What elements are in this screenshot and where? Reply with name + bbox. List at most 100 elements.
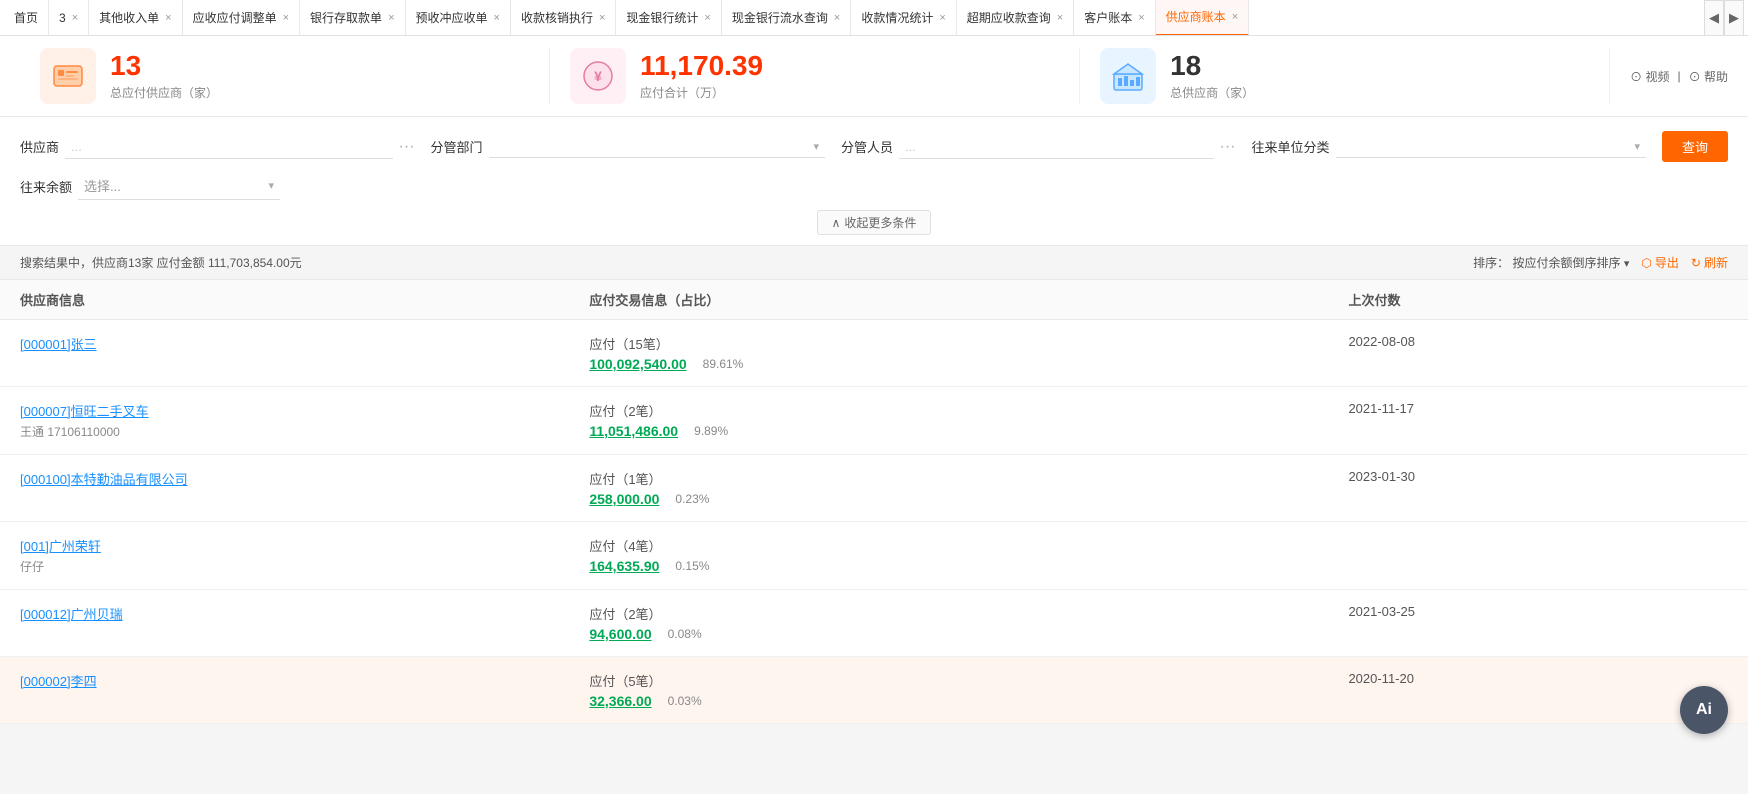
supplier-info-0: [000001]张三 — [20, 334, 589, 353]
trans-percent-4: 0.08% — [668, 627, 702, 641]
query-button[interactable]: 查询 — [1662, 131, 1728, 162]
trans-amount-0[interactable]: 100,092,540.00 — [589, 356, 686, 372]
nav-tab-cash-bank-stats-label: 现金银行统计 — [626, 9, 698, 26]
close-icon[interactable]: × — [704, 12, 710, 24]
balance-select[interactable]: 选择... ▾ — [78, 172, 280, 200]
payable-total-icon: ¥ — [570, 48, 626, 104]
export-button[interactable]: ⬡ 导出 — [1641, 254, 1679, 271]
trans-type-5: 应付（5笔） — [589, 671, 1348, 690]
supplier-link-3[interactable]: [001]广州荣轩 — [20, 536, 589, 555]
close-icon[interactable]: × — [1138, 12, 1144, 24]
person-dots-icon[interactable]: ··· — [1220, 138, 1236, 156]
nav-tab-bank-deposit[interactable]: 银行存取款单 × — [300, 0, 405, 36]
supplier-dots-icon[interactable]: ··· — [399, 138, 415, 156]
trans-row-5: 32,366.00 0.03% — [589, 693, 1348, 709]
supplier-link-0[interactable]: [000001]张三 — [20, 334, 589, 353]
last-pay-2: 2023-01-30 — [1348, 469, 1728, 484]
close-icon[interactable]: × — [599, 12, 605, 24]
trans-row-2: 258,000.00 0.23% — [589, 491, 1348, 507]
close-icon[interactable]: × — [165, 12, 171, 24]
supplier-link-4[interactable]: [000012]广州贝瑞 — [20, 604, 589, 623]
nav-tab-customer-ledger[interactable]: 客户账本 × — [1074, 0, 1155, 36]
trans-row-0: 100,092,540.00 89.61% — [589, 356, 1348, 372]
export-icon: ⬡ — [1641, 256, 1651, 270]
payable-suppliers-icon — [40, 48, 96, 104]
nav-arrows: ◀ ▶ — [1704, 0, 1744, 36]
close-icon[interactable]: × — [283, 12, 289, 24]
supplier-link-5[interactable]: [000002]李四 — [20, 671, 589, 690]
person-input[interactable] — [899, 135, 1214, 159]
trans-amount-4[interactable]: 94,600.00 — [589, 626, 651, 642]
refresh-button[interactable]: ↻ 刷新 — [1691, 254, 1728, 271]
nav-tab-other-income[interactable]: 其他收入单 × — [89, 0, 182, 36]
close-icon[interactable]: × — [72, 12, 78, 24]
payable-total-label: 应付合计（万） — [640, 84, 763, 101]
nav-tab-cash-flow-label: 现金银行流水查询 — [732, 9, 828, 26]
nav-tab-home[interactable]: 首页 — [4, 0, 49, 36]
trans-info-1: 应付（2笔） 11,051,486.00 9.89% — [589, 401, 1348, 439]
trans-type-1: 应付（2笔） — [589, 401, 1348, 420]
nav-tab-3[interactable]: 3 × — [49, 0, 89, 36]
chevron-down-icon-3: ▾ — [268, 179, 274, 192]
sort-select[interactable]: 按应付余额倒序排序 — [1513, 256, 1621, 270]
trans-info-0: 应付（15笔） 100,092,540.00 89.61% — [589, 334, 1348, 372]
filter-area: 供应商 ··· 分管部门 ▾ 分管人员 ··· 往来单位分类 ▾ 查询 往来 — [0, 117, 1748, 246]
summary-card-total-suppliers: 18 总供应商（家） — [1080, 48, 1610, 104]
summary-payable-suppliers-text: 13 总应付供应商（家） — [110, 52, 218, 101]
nav-tab-collection-stats-label: 收款情况统计 — [861, 9, 933, 26]
supplier-link-1[interactable]: [000007]恒旺二手叉车 — [20, 401, 589, 420]
table-row: [000012]广州贝瑞 应付（2笔） 94,600.00 0.08% 2021… — [0, 590, 1748, 657]
trans-row-1: 11,051,486.00 9.89% — [589, 423, 1348, 439]
help-link[interactable]: ⊙ 帮助 — [1689, 68, 1728, 85]
close-icon[interactable]: × — [1232, 11, 1238, 23]
table-header: 供应商信息 应付交易信息（占比） 上次付数 — [0, 280, 1748, 320]
nav-prev-button[interactable]: ◀ — [1704, 0, 1724, 36]
trans-row-3: 164,635.90 0.15% — [589, 558, 1348, 574]
table-row: [000002]李四 应付（5笔） 32,366.00 0.03% 2020-1… — [0, 657, 1748, 724]
table-row: [000007]恒旺二手叉车 王通 17106110000 应付（2笔） 11,… — [0, 387, 1748, 455]
close-icon[interactable]: × — [388, 12, 394, 24]
nav-tab-advance-collect[interactable]: 预收冲应收单 × — [406, 0, 511, 36]
trans-amount-3[interactable]: 164,635.90 — [589, 558, 659, 574]
col-header-supplier: 供应商信息 — [20, 290, 589, 309]
trans-amount-1[interactable]: 11,051,486.00 — [589, 423, 678, 439]
total-suppliers-label: 总供应商（家） — [1170, 84, 1254, 101]
category-select[interactable]: ▾ — [1336, 136, 1646, 158]
table-row: [000100]本特勤油品有限公司 应付（1笔） 258,000.00 0.23… — [0, 455, 1748, 522]
chevron-up-icon: ∧ — [832, 216, 841, 230]
svg-text:¥: ¥ — [594, 68, 602, 84]
supplier-info-2: [000100]本特勤油品有限公司 — [20, 469, 589, 488]
nav-tab-supplier-ledger[interactable]: 供应商账本 × — [1156, 0, 1249, 36]
trans-type-0: 应付（15笔） — [589, 334, 1348, 353]
balance-select-text: 选择... — [84, 176, 264, 195]
dept-select[interactable]: ▾ — [489, 136, 825, 158]
close-icon[interactable]: × — [834, 12, 840, 24]
collapse-bar: ∧ 收起更多条件 — [20, 210, 1728, 235]
nav-tab-cash-flow[interactable]: 现金银行流水查询 × — [722, 0, 851, 36]
nav-tab-cash-bank-stats[interactable]: 现金银行统计 × — [616, 0, 721, 36]
video-link[interactable]: ⊙ 视频 — [1630, 68, 1669, 85]
collapse-button[interactable]: ∧ 收起更多条件 — [817, 210, 932, 235]
nav-tab-ap-adjust[interactable]: 应收应付调整单 × — [183, 0, 300, 36]
close-icon[interactable]: × — [1057, 12, 1063, 24]
nav-tab-overdue-query[interactable]: 超期应收款查询 × — [957, 0, 1074, 36]
person-filter-label: 分管人员 — [841, 137, 893, 156]
nav-tab-collection[interactable]: 收款核销执行 × — [511, 0, 616, 36]
chevron-down-icon: ▾ — [813, 140, 819, 153]
supplier-link-2[interactable]: [000100]本特勤油品有限公司 — [20, 469, 589, 488]
filter-dept: 分管部门 ▾ — [431, 136, 826, 158]
main-table: 供应商信息 应付交易信息（占比） 上次付数 [000001]张三 应付（15笔）… — [0, 280, 1748, 724]
filter-person: 分管人员 ··· — [841, 135, 1236, 159]
supplier-input[interactable] — [65, 135, 393, 159]
last-pay-0: 2022-08-08 — [1348, 334, 1728, 349]
nav-tab-collection-stats[interactable]: 收款情况统计 × — [851, 0, 956, 36]
nav-next-button[interactable]: ▶ — [1724, 0, 1744, 36]
close-icon[interactable]: × — [939, 12, 945, 24]
trans-amount-2[interactable]: 258,000.00 — [589, 491, 659, 507]
result-summary-text: 搜索结果中，供应商13家 应付金额 111,703,854.00元 — [20, 254, 302, 271]
nav-tab-collection-label: 收款核销执行 — [521, 9, 593, 26]
trans-type-3: 应付（4笔） — [589, 536, 1348, 555]
close-icon[interactable]: × — [494, 12, 500, 24]
ai-badge[interactable]: Ai — [1680, 686, 1728, 734]
trans-amount-5[interactable]: 32,366.00 — [589, 693, 651, 709]
